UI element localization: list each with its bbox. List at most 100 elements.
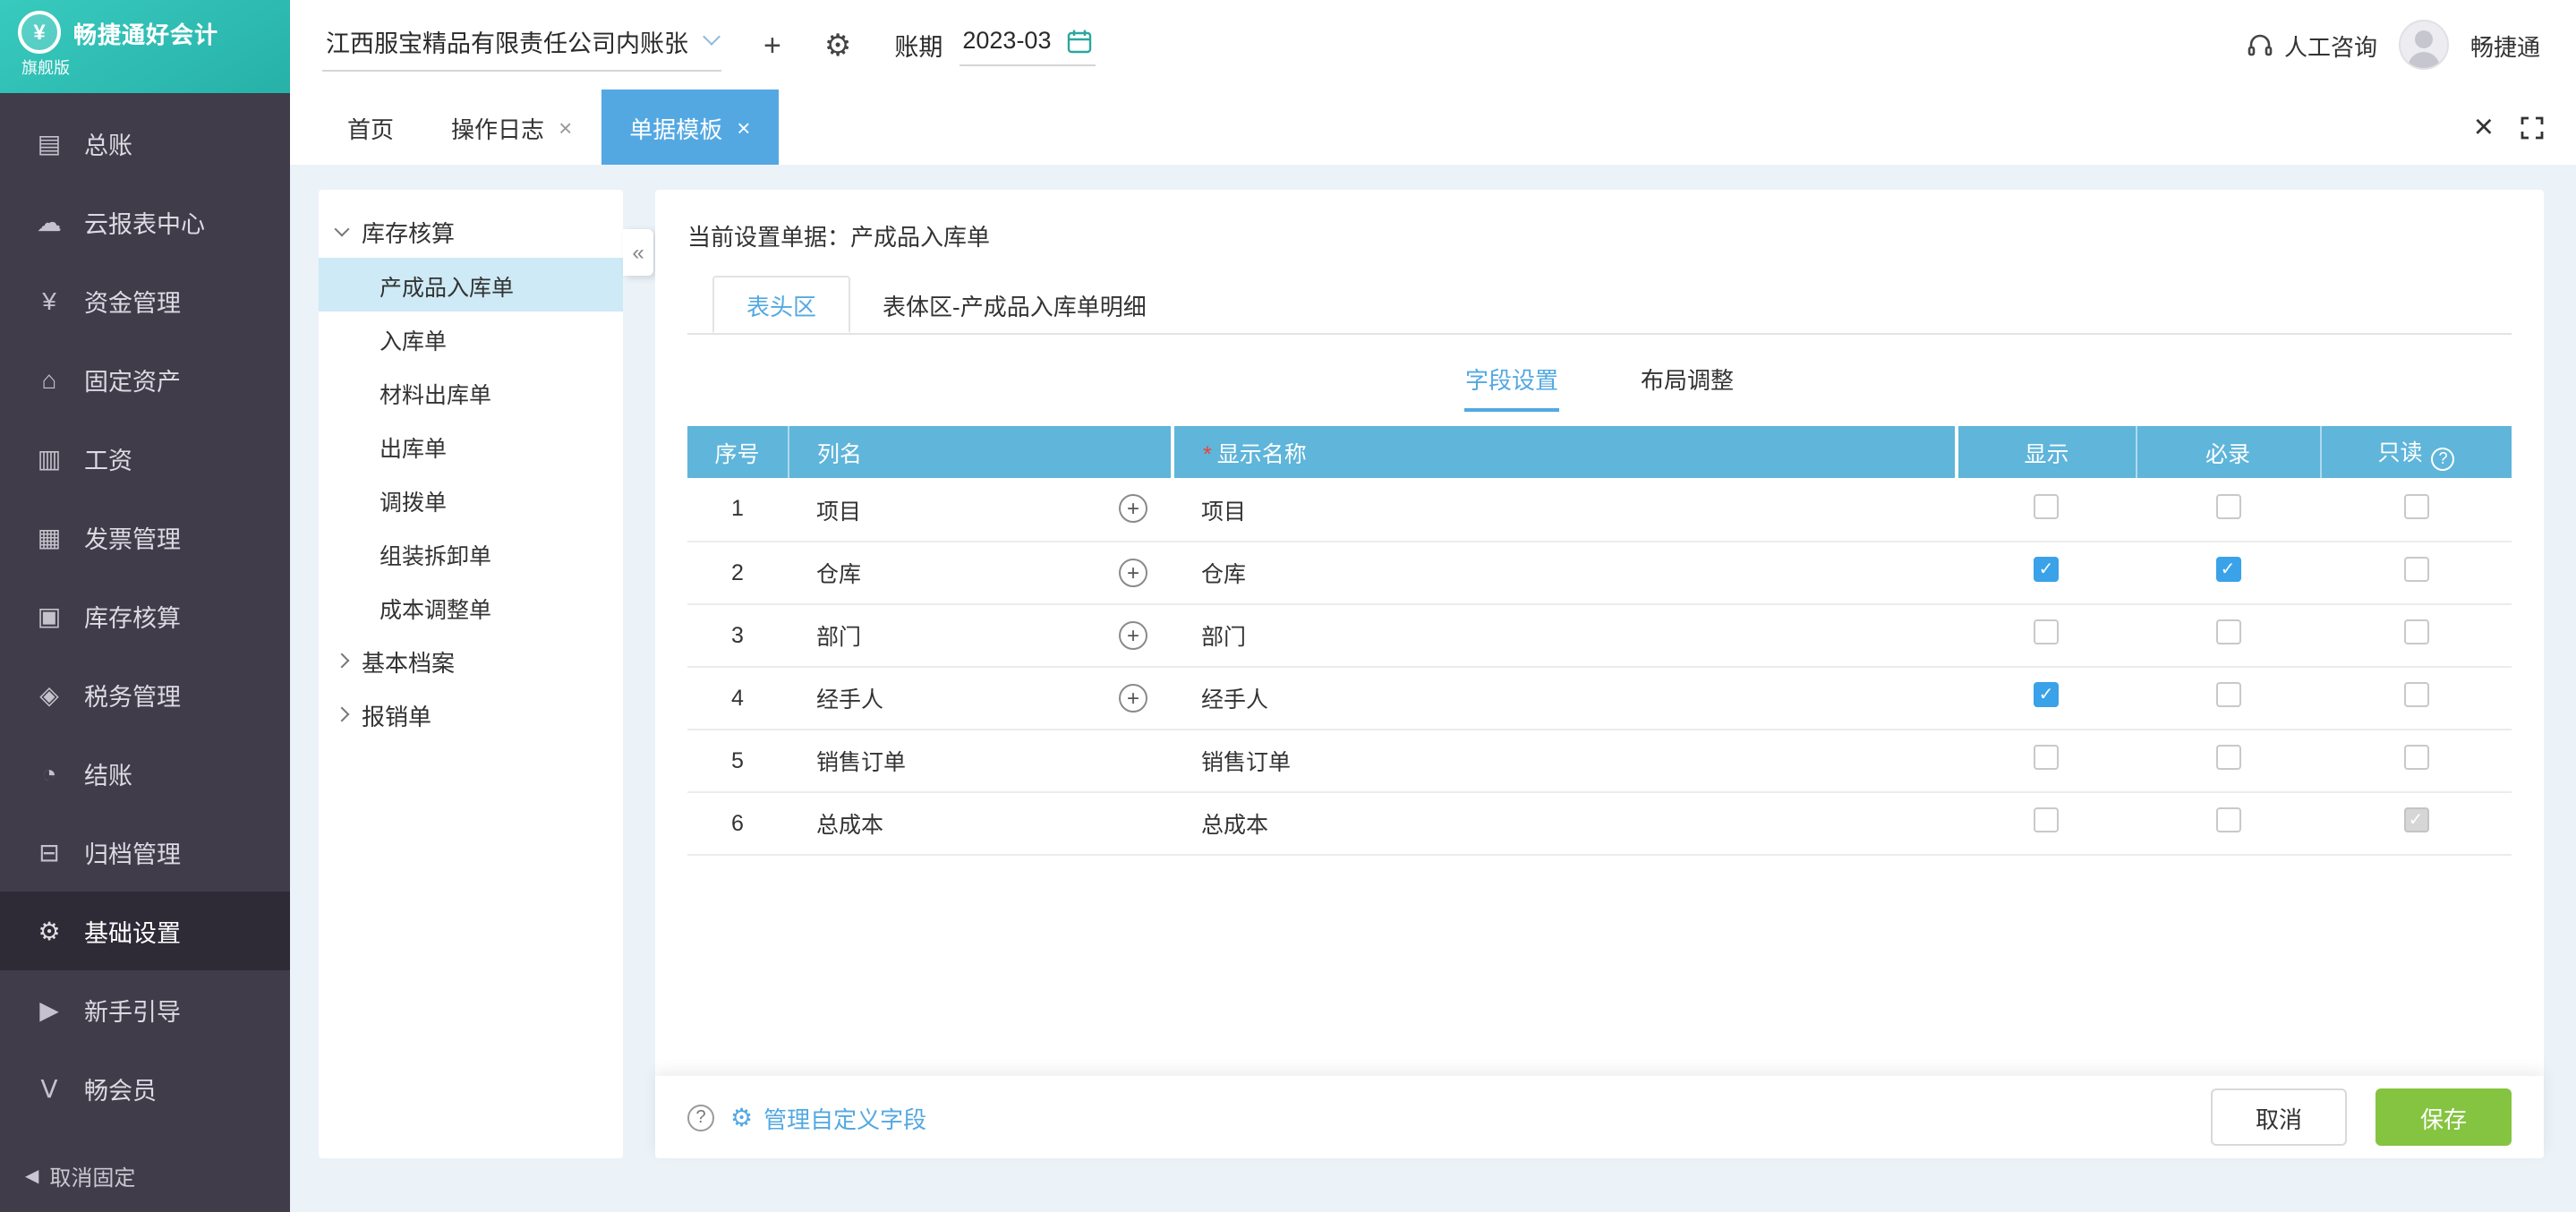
tab-label: 首页 (347, 115, 395, 142)
col-header-show: 显示 (1957, 426, 2137, 478)
close-icon[interactable]: × (559, 115, 572, 139)
help-icon[interactable]: ? (687, 1104, 714, 1131)
tree-group-inventory[interactable]: 库存核算 (319, 204, 623, 258)
add-account-set-button[interactable]: + (763, 30, 781, 60)
sidebar-item-salary[interactable]: ▥ 工资 (0, 419, 290, 498)
sidebar-item-cloud-reports[interactable]: ☁ 云报表中心 (0, 183, 290, 261)
tree-group-expense[interactable]: 报销单 (319, 687, 623, 741)
readonly-checkbox[interactable] (2403, 557, 2428, 582)
close-icon[interactable]: × (2474, 110, 2494, 144)
sidebar-item-guide[interactable]: ▶ 新手引导 (0, 970, 290, 1049)
period-value: 2023-03 (962, 27, 1052, 54)
sidebar-item-general-ledger[interactable]: ▤ 总账 (0, 104, 290, 183)
readonly-checkbox[interactable] (2403, 493, 2428, 519)
circle-plus-icon[interactable]: + (1119, 683, 1147, 712)
tab-home[interactable]: 首页 (319, 90, 422, 165)
main-area: 江西服宝精品有限责任公司内账张 + ⚙ 账期 2023-03 人工咨询 畅捷通 … (290, 0, 2576, 1212)
display-name[interactable]: 总成本 (1173, 791, 1957, 855)
tree-item-assembly[interactable]: 组装拆卸单 (319, 526, 623, 580)
brand-logo-icon: ¥ (18, 11, 61, 54)
funds-icon: ¥ (42, 286, 56, 315)
sidebar-item-archive[interactable]: ⊟ 归档管理 (0, 813, 290, 892)
tree-item-transfer[interactable]: 调拨单 (319, 473, 623, 526)
required-checkbox[interactable] (2215, 619, 2240, 644)
period-label: 账期 (894, 34, 943, 61)
required-checkbox[interactable] (2215, 682, 2240, 707)
sidebar-item-closing[interactable]: ◔ 结账 (0, 734, 290, 813)
sidebar-item-inventory[interactable]: ▣ 库存核算 (0, 576, 290, 655)
show-checkbox[interactable] (2034, 557, 2059, 582)
tree-group-basic-archives[interactable]: 基本档案 (319, 634, 623, 687)
help-icon[interactable]: ? (2431, 447, 2455, 471)
footer-buttons: 取消 保存 (2211, 1088, 2512, 1146)
tab-body-area[interactable]: 表体区-产成品入库单明细 (850, 276, 1179, 333)
column-name-cell: 项目 + (788, 478, 1173, 542)
readonly-checkbox[interactable] (2403, 682, 2428, 707)
gear-icon[interactable]: ⚙ (824, 30, 852, 60)
show-cell (1957, 603, 2136, 667)
chevron-down-icon (334, 220, 350, 236)
sidebar-item-fixed-assets[interactable]: ⌂ 固定资产 (0, 340, 290, 419)
table-header-row: 序号 列名 * 显示名称 显示 必录 只读? (687, 426, 2512, 478)
collapse-panel-button[interactable]: « (623, 229, 653, 276)
close-icon[interactable]: × (737, 115, 750, 139)
period-field[interactable]: 2023-03 (959, 23, 1096, 66)
circle-plus-icon[interactable]: + (1119, 558, 1147, 586)
tree-item-receipt[interactable]: 入库单 (319, 312, 623, 365)
company-name: 江西服宝精品有限责任公司内账张 (326, 30, 688, 56)
tab-header-area[interactable]: 表头区 (712, 276, 851, 333)
show-checkbox[interactable] (2034, 619, 2059, 644)
tree-item-finished-goods-receipt[interactable]: 产成品入库单 (319, 258, 623, 312)
show-checkbox[interactable] (2034, 493, 2059, 519)
sidebar-item-funds[interactable]: ¥ 资金管理 (0, 261, 290, 340)
tree-item-cost-adjust[interactable]: 成本调整单 (319, 580, 623, 634)
readonly-checkbox[interactable] (2403, 745, 2428, 770)
display-name[interactable]: 部门 (1173, 603, 1957, 667)
row-number: 4 (687, 666, 788, 730)
cancel-button[interactable]: 取消 (2211, 1088, 2347, 1146)
col-header-label: 显示名称 (1216, 442, 1307, 467)
display-name[interactable]: 仓库 (1173, 541, 1957, 604)
sidebar-item-label: 基础设置 (84, 920, 181, 947)
show-checkbox[interactable] (2034, 807, 2059, 832)
save-button[interactable]: 保存 (2376, 1088, 2512, 1146)
show-checkbox[interactable] (2034, 745, 2059, 770)
avatar[interactable] (2398, 20, 2449, 70)
show-checkbox[interactable] (2034, 682, 2059, 707)
required-checkbox[interactable] (2215, 557, 2240, 582)
readonly-checkbox[interactable] (2403, 619, 2428, 644)
subtab-layout-adjust[interactable]: 布局调整 (1641, 362, 1734, 412)
support-button[interactable]: 人工咨询 (2247, 28, 2377, 62)
unpin-button[interactable]: ◀ 取消固定 (0, 1140, 290, 1212)
required-checkbox[interactable] (2215, 807, 2240, 832)
sidebar-item-tax[interactable]: ◈ 税务管理 (0, 655, 290, 734)
fullscreen-icon[interactable] (2521, 115, 2544, 139)
required-checkbox[interactable] (2215, 493, 2240, 519)
circle-plus-icon[interactable]: + (1119, 620, 1147, 649)
company-selector[interactable]: 江西服宝精品有限责任公司内账张 (322, 19, 721, 71)
calendar-icon[interactable] (1067, 28, 1092, 53)
username[interactable]: 畅捷通 (2470, 28, 2540, 62)
gear-icon[interactable]: ⚙ (730, 1105, 753, 1130)
tree-item-material-issue[interactable]: 材料出库单 (319, 365, 623, 419)
sidebar-item-basic-settings[interactable]: ⚙ 基础设置 (0, 892, 290, 970)
display-name[interactable]: 项目 (1173, 478, 1957, 542)
tree-item-label: 产成品入库单 (380, 275, 515, 300)
display-name[interactable]: 经手人 (1173, 666, 1957, 730)
manage-custom-fields-link[interactable]: 管理自定义字段 (763, 1100, 926, 1134)
circle-plus-icon[interactable]: + (1119, 494, 1147, 524)
sidebar-item-invoices[interactable]: ▦ 发票管理 (0, 498, 290, 576)
tab-document-template[interactable]: 单据模板 × (601, 90, 780, 165)
tree-item-issue[interactable]: 出库单 (319, 419, 623, 473)
subtab-field-settings[interactable]: 字段设置 (1464, 362, 1558, 412)
tab-operation-log[interactable]: 操作日志 × (422, 90, 601, 165)
archive-icon: ⊟ (38, 837, 60, 866)
topbar-right: 人工咨询 畅捷通 (2247, 20, 2540, 70)
readonly-checkbox[interactable] (2403, 807, 2428, 832)
sidebar-item-member[interactable]: Ⅴ 畅会员 (0, 1049, 290, 1128)
sidebar-menu: ▤ 总账 ☁ 云报表中心 ¥ 资金管理 ⌂ 固定资产 ▥ 工资 ▦ 发票管理 ▣… (0, 93, 290, 1140)
required-checkbox[interactable] (2215, 745, 2240, 770)
tab-label: 操作日志 (451, 115, 545, 142)
display-name[interactable]: 销售订单 (1173, 729, 1957, 792)
tree-group-label: 基本档案 (362, 649, 456, 676)
